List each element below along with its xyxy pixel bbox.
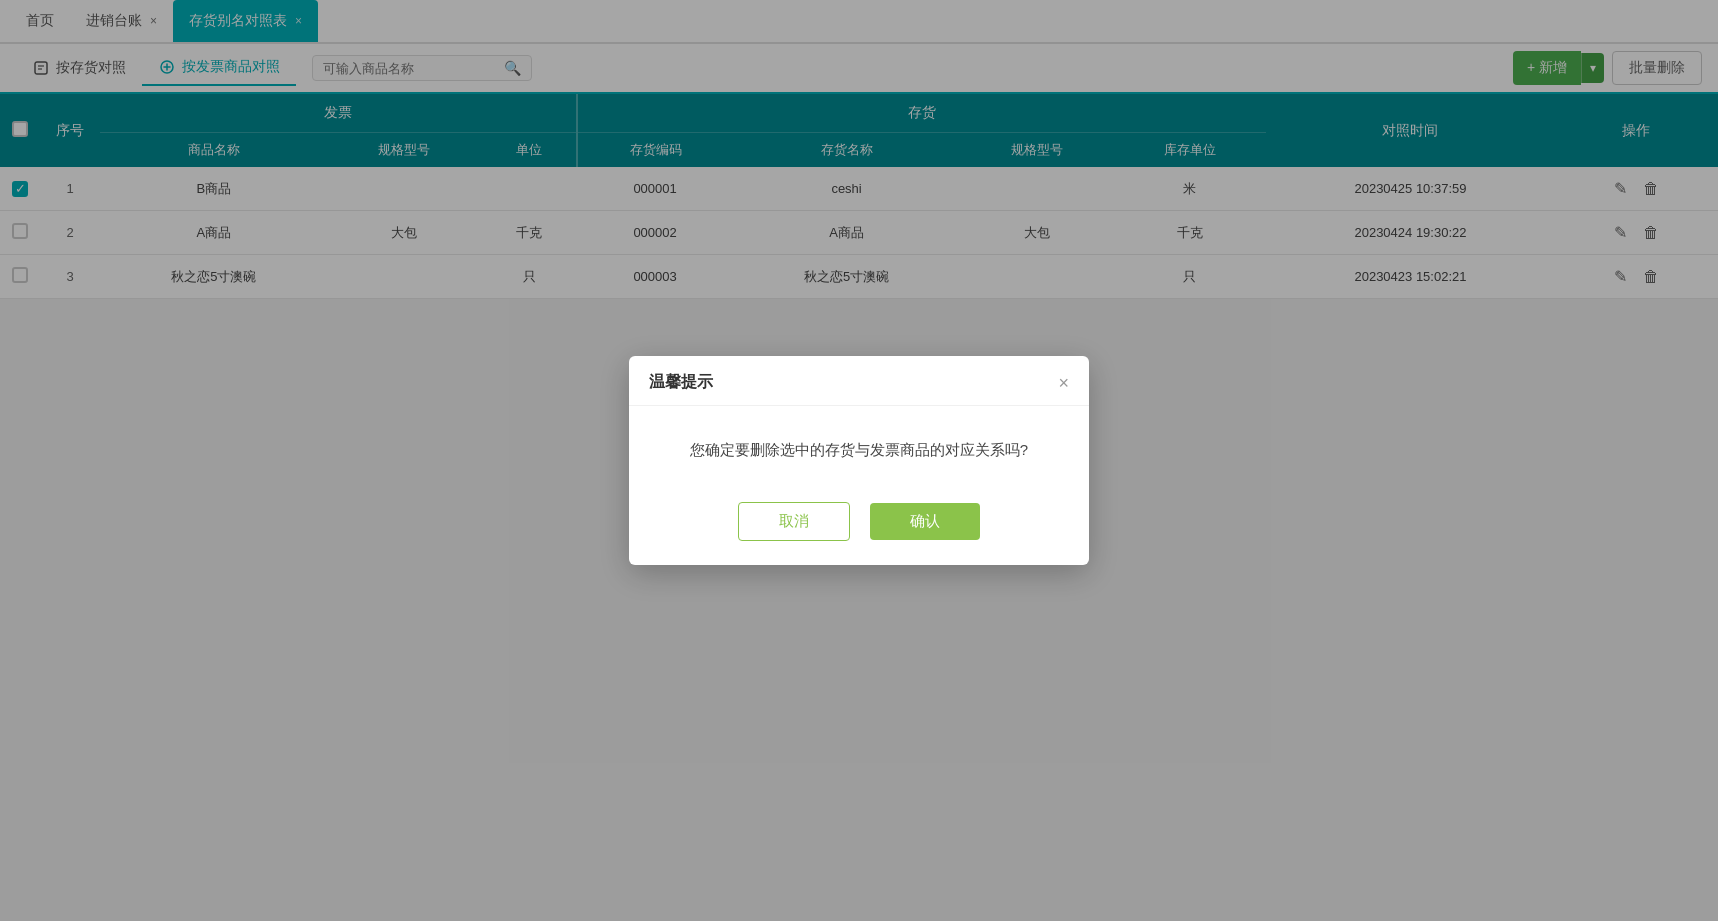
- modal-overlay: 温馨提示 × 您确定要删除选中的存货与发票商品的对应关系吗? 取消 确认: [0, 0, 1718, 299]
